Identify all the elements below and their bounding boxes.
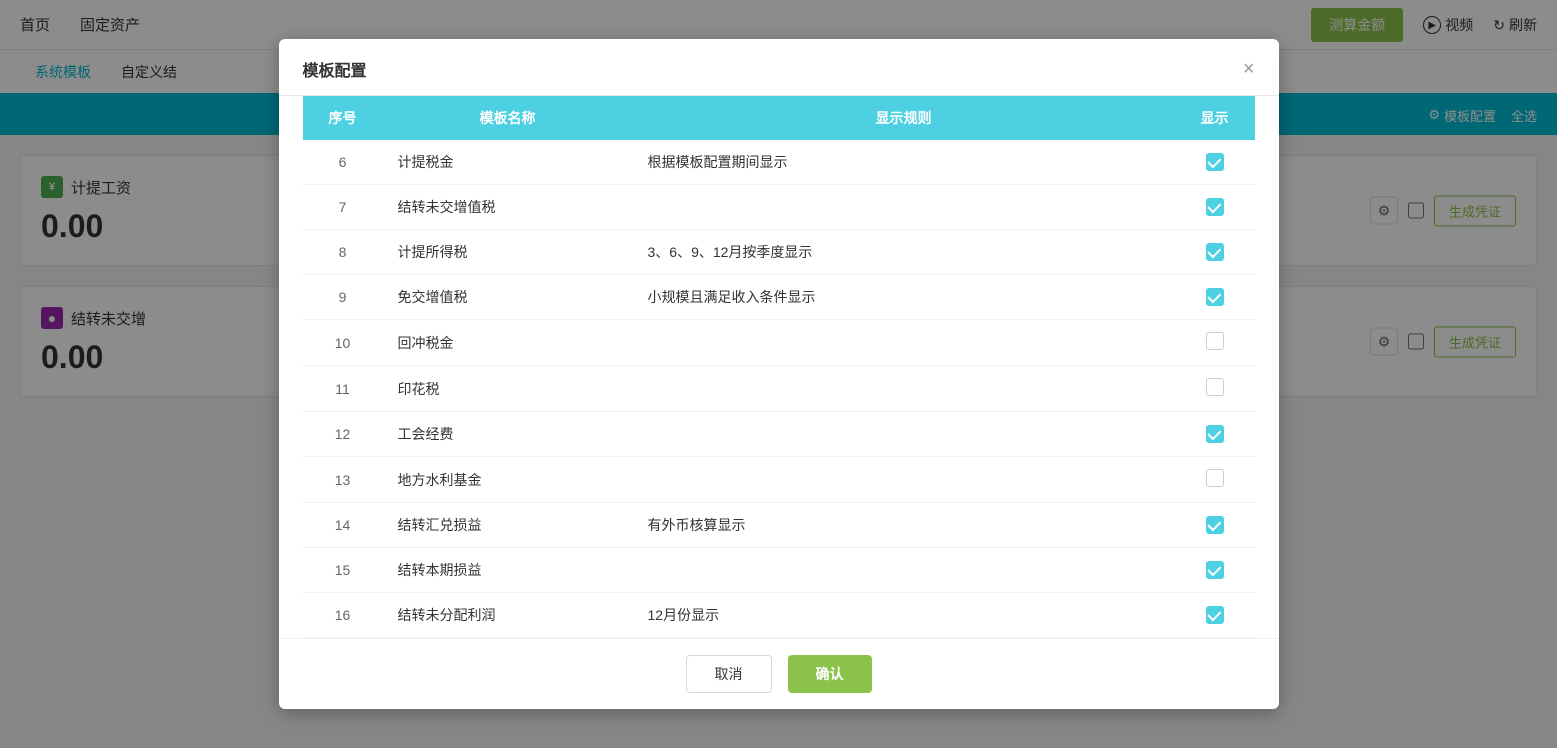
cell-seq: 14 (303, 503, 383, 548)
col-rule: 显示规则 (633, 96, 1175, 140)
cell-seq: 9 (303, 275, 383, 320)
cell-rule (633, 548, 1175, 593)
cancel-button[interactable]: 取消 (686, 655, 772, 693)
modal-body: 序号 模板名称 显示规则 显示 6计提税金根据模板配置期间显示7结转未交增值税8… (279, 96, 1279, 638)
cell-display (1175, 320, 1255, 366)
display-checkbox[interactable] (1206, 606, 1224, 624)
cell-display (1175, 503, 1255, 548)
display-checkbox[interactable] (1206, 378, 1224, 396)
col-seq: 序号 (303, 96, 383, 140)
cell-display (1175, 230, 1255, 275)
display-checkbox[interactable] (1206, 153, 1224, 171)
cell-name: 结转未交增值税 (383, 185, 633, 230)
cell-seq: 13 (303, 457, 383, 503)
cell-name: 印花税 (383, 366, 633, 412)
confirm-button[interactable]: 确认 (788, 655, 872, 693)
cell-name: 工会经费 (383, 412, 633, 457)
table-row: 8计提所得税3、6、9、12月按季度显示 (303, 230, 1255, 275)
table-row: 13地方水利基金 (303, 457, 1255, 503)
cell-seq: 10 (303, 320, 383, 366)
display-checkbox[interactable] (1206, 332, 1224, 350)
cell-name: 结转汇兑损益 (383, 503, 633, 548)
cell-display (1175, 593, 1255, 638)
cell-rule (633, 320, 1175, 366)
cell-name: 地方水利基金 (383, 457, 633, 503)
cell-seq: 6 (303, 140, 383, 185)
cell-rule (633, 366, 1175, 412)
modal-close-button[interactable]: × (1243, 59, 1255, 79)
display-checkbox[interactable] (1206, 198, 1224, 216)
table-row: 15结转本期损益 (303, 548, 1255, 593)
cell-rule (633, 412, 1175, 457)
table-body: 6计提税金根据模板配置期间显示7结转未交增值税8计提所得税3、6、9、12月按季… (303, 140, 1255, 638)
table-row: 9免交增值税小规模且满足收入条件显示 (303, 275, 1255, 320)
display-checkbox[interactable] (1206, 516, 1224, 534)
cell-rule: 小规模且满足收入条件显示 (633, 275, 1175, 320)
modal-header: 模板配置 × (279, 39, 1279, 96)
table-row: 11印花税 (303, 366, 1255, 412)
modal-footer: 取消 确认 (279, 638, 1279, 709)
cell-display (1175, 548, 1255, 593)
cell-name: 结转本期损益 (383, 548, 633, 593)
display-checkbox[interactable] (1206, 561, 1224, 579)
cell-seq: 8 (303, 230, 383, 275)
cell-name: 计提所得税 (383, 230, 633, 275)
cell-display (1175, 185, 1255, 230)
cell-name: 免交增值税 (383, 275, 633, 320)
display-checkbox[interactable] (1206, 469, 1224, 487)
display-checkbox[interactable] (1206, 243, 1224, 261)
cell-seq: 16 (303, 593, 383, 638)
display-checkbox[interactable] (1206, 288, 1224, 306)
cell-display (1175, 366, 1255, 412)
table-row: 14结转汇兑损益有外币核算显示 (303, 503, 1255, 548)
template-config-modal: 模板配置 × 序号 模板名称 显示规则 显示 6计提税金根据模板配置期间显示7结… (279, 39, 1279, 709)
col-display: 显示 (1175, 96, 1255, 140)
cell-rule (633, 457, 1175, 503)
table-row: 7结转未交增值税 (303, 185, 1255, 230)
cell-name: 结转未分配利润 (383, 593, 633, 638)
cell-display (1175, 457, 1255, 503)
cell-seq: 7 (303, 185, 383, 230)
cell-rule: 12月份显示 (633, 593, 1175, 638)
cell-name: 回冲税金 (383, 320, 633, 366)
cell-rule (633, 185, 1175, 230)
cell-rule: 根据模板配置期间显示 (633, 140, 1175, 185)
cell-display (1175, 412, 1255, 457)
display-checkbox[interactable] (1206, 425, 1224, 443)
cell-seq: 11 (303, 366, 383, 412)
table-row: 6计提税金根据模板配置期间显示 (303, 140, 1255, 185)
cell-seq: 15 (303, 548, 383, 593)
cell-rule: 3、6、9、12月按季度显示 (633, 230, 1175, 275)
table-header: 序号 模板名称 显示规则 显示 (303, 96, 1255, 140)
col-name: 模板名称 (383, 96, 633, 140)
config-table: 序号 模板名称 显示规则 显示 6计提税金根据模板配置期间显示7结转未交增值税8… (303, 96, 1255, 638)
table-row: 10回冲税金 (303, 320, 1255, 366)
modal-overlay: 模板配置 × 序号 模板名称 显示规则 显示 6计提税金根据模板配置期间显示7结… (0, 0, 1557, 748)
cell-display (1175, 140, 1255, 185)
cell-rule: 有外币核算显示 (633, 503, 1175, 548)
table-row: 16结转未分配利润12月份显示 (303, 593, 1255, 638)
table-row: 12工会经费 (303, 412, 1255, 457)
cell-seq: 12 (303, 412, 383, 457)
modal-title: 模板配置 (303, 57, 367, 81)
cell-display (1175, 275, 1255, 320)
cell-name: 计提税金 (383, 140, 633, 185)
